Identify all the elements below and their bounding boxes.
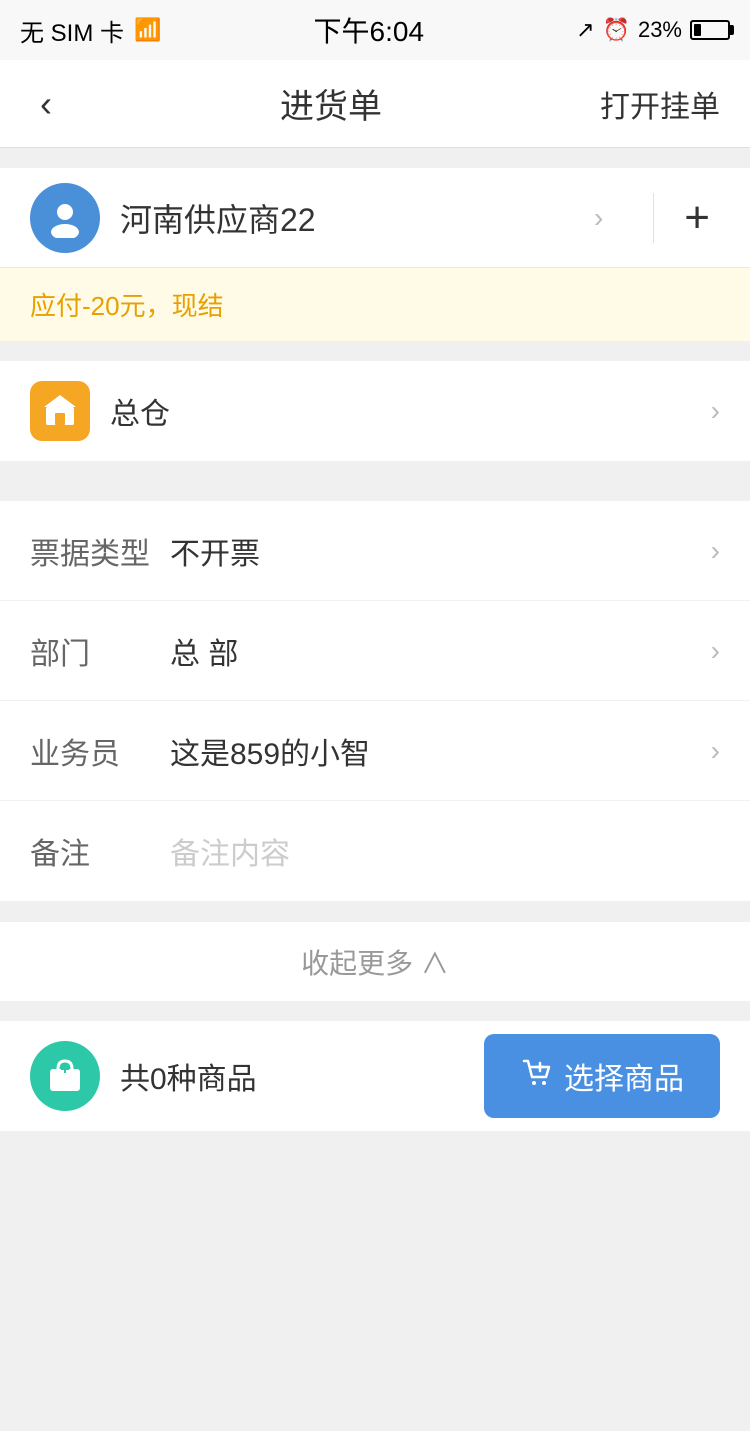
- status-right: ↗ ⏰ 23%: [576, 17, 730, 43]
- supplier-avatar: [30, 183, 100, 253]
- department-arrow-icon: ›: [711, 635, 720, 667]
- remark-row[interactable]: 备注 备注内容: [0, 801, 750, 901]
- battery-icon: [690, 20, 730, 40]
- salesperson-label: 业务员: [30, 729, 150, 773]
- location-icon: ↗: [576, 17, 594, 43]
- collapse-bar[interactable]: 收起更多 ∧: [0, 921, 750, 1001]
- warehouse-icon: [30, 381, 90, 441]
- warehouse-name: 总仓: [110, 389, 711, 433]
- invoice-type-label: 票据类型: [30, 529, 150, 573]
- status-left: 无 SIM 卡 📶: [20, 13, 161, 48]
- battery-percent: 23%: [638, 17, 682, 43]
- notice-bar: 应付-20元，现结: [0, 268, 750, 341]
- page-title: 进货单: [280, 79, 382, 128]
- remark-label: 备注: [30, 829, 150, 873]
- invoice-type-row[interactable]: 票据类型 不开票 ›: [0, 501, 750, 601]
- department-row[interactable]: 部门 总 部 ›: [0, 601, 750, 701]
- warehouse-arrow-icon: ›: [711, 395, 720, 427]
- open-pending-button[interactable]: 打开挂单: [600, 82, 720, 126]
- select-btn-label: 选择商品: [564, 1054, 684, 1098]
- warehouse-row[interactable]: 总仓 ›: [0, 361, 750, 461]
- form-section: 票据类型 不开票 › 部门 总 部 › 业务员 这是859的小智 › 备注 备注…: [0, 501, 750, 901]
- supplier-name: 河南供应商22: [120, 195, 594, 241]
- carrier-text: 无 SIM 卡: [20, 13, 124, 48]
- notice-text: 应付-20元，现结: [30, 291, 224, 321]
- avatar-icon: [45, 198, 85, 238]
- status-time: 下午6:04: [314, 10, 425, 50]
- salesperson-value: 这是859的小智: [150, 729, 711, 773]
- supplier-row[interactable]: 河南供应商22 › +: [0, 168, 750, 268]
- top-divider: [0, 148, 750, 168]
- invoice-type-value: 不开票: [150, 529, 711, 573]
- divider-3: [0, 461, 750, 481]
- product-count: 共0种商品: [120, 1054, 484, 1098]
- collapse-label: 收起更多 ∧: [301, 942, 449, 982]
- page-bottom: [0, 1131, 750, 1431]
- salesperson-row[interactable]: 业务员 这是859的小智 ›: [0, 701, 750, 801]
- department-value: 总 部: [150, 629, 711, 673]
- product-footer: 共0种商品 选择商品: [0, 1021, 750, 1131]
- department-label: 部门: [30, 629, 150, 673]
- product-icon: [30, 1041, 100, 1111]
- wifi-icon: 📶: [134, 17, 161, 43]
- status-bar: 无 SIM 卡 📶 下午6:04 ↗ ⏰ 23%: [0, 0, 750, 60]
- supplier-arrow-icon: ›: [594, 202, 603, 234]
- remark-placeholder: 备注内容: [150, 829, 720, 873]
- select-product-button[interactable]: 选择商品: [484, 1034, 720, 1118]
- salesperson-arrow-icon: ›: [711, 735, 720, 767]
- add-supplier-button[interactable]: +: [674, 193, 720, 243]
- alarm-icon: ⏰: [603, 17, 630, 43]
- invoice-type-arrow-icon: ›: [711, 535, 720, 567]
- nav-bar: ‹ 进货单 打开挂单: [0, 60, 750, 148]
- divider-2: [0, 341, 750, 361]
- back-button[interactable]: ‹: [30, 73, 62, 135]
- supplier-divider: [653, 193, 654, 243]
- cart-icon: [520, 1057, 552, 1096]
